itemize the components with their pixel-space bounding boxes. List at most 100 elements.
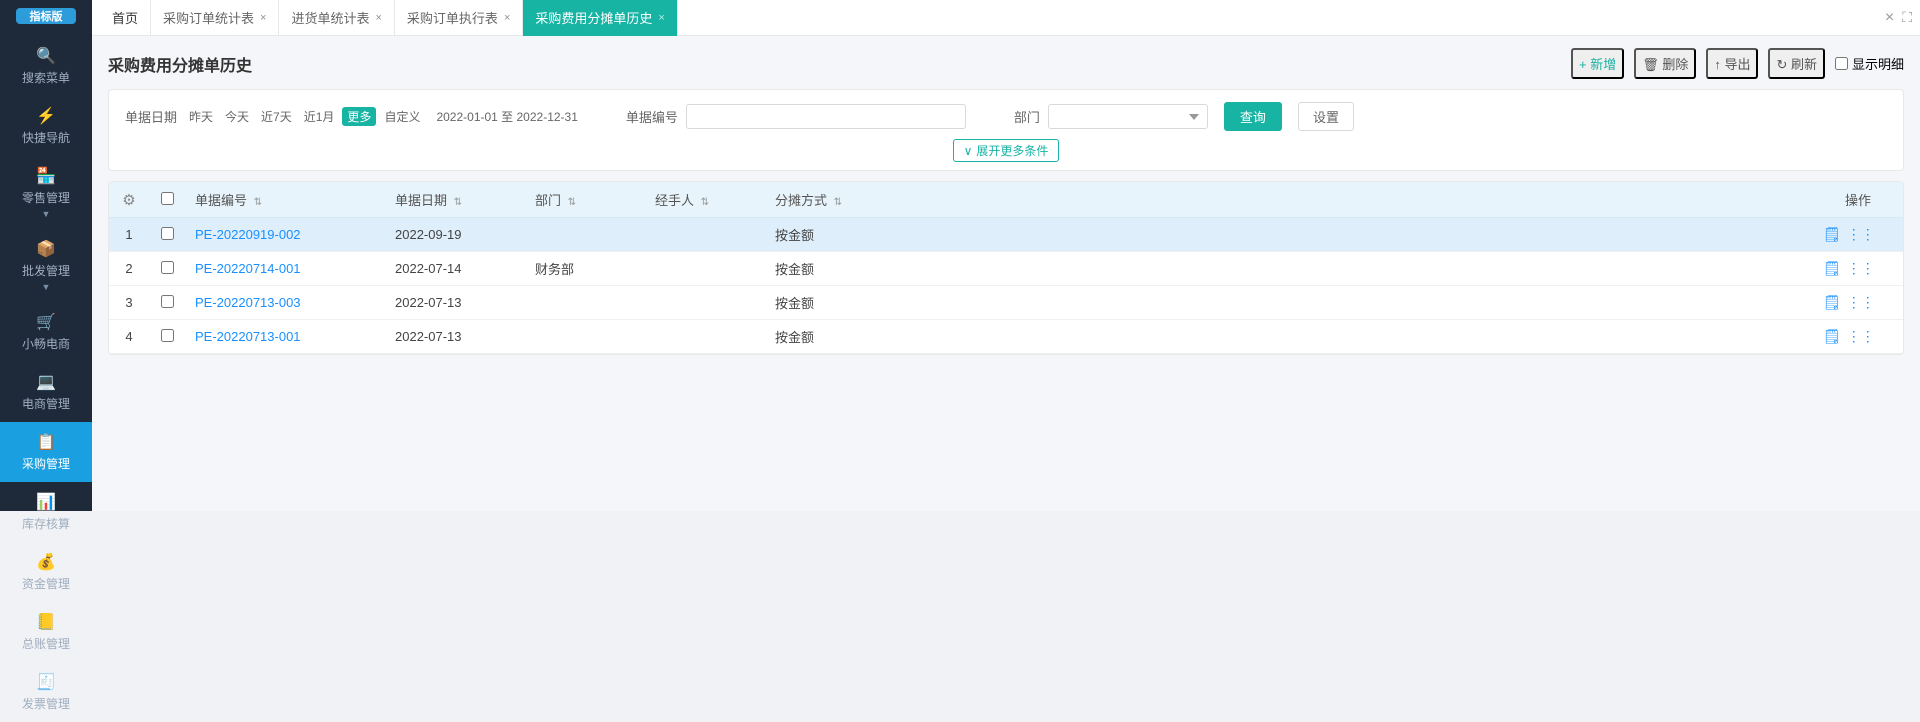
date-label: 单据日期 (125, 107, 177, 126)
tab-stock-in-stat[interactable]: 进货单统计表 × (279, 0, 394, 36)
table-body: 1 PE-20220919-002 2022-09-19 按金额 🗒 ⋮⋮ 2 … (109, 218, 1903, 354)
cell-check (149, 320, 185, 354)
doc-link[interactable]: PE-20220714-001 (195, 261, 301, 276)
setting-button[interactable]: 设置 (1298, 102, 1354, 131)
tab-close-icon[interactable]: × (375, 12, 381, 24)
sort-icon-date[interactable]: ⇅ (454, 197, 462, 208)
date-7days[interactable]: 近7天 (257, 107, 296, 126)
more-icon[interactable]: ⋮⋮ (1847, 328, 1875, 345)
col-header-split: 分摊方式 ⇅ (765, 182, 1813, 218)
delete-button[interactable]: 🗑 删除 (1634, 48, 1696, 79)
fullscreen-icon[interactable]: ⛶ (1902, 9, 1912, 26)
tab-purchase-order-stat[interactable]: 采购订单统计表 × (151, 0, 279, 36)
sidebar-item-label: 库存核算 (22, 515, 70, 532)
row-checkbox[interactable] (161, 227, 174, 240)
edit-icon[interactable]: 🗒 (1823, 328, 1841, 345)
date-1month[interactable]: 近1月 (300, 107, 339, 126)
sidebar-item-purchase[interactable]: 📋 采购管理 (0, 422, 92, 482)
sidebar-logo: 指标版 (16, 8, 76, 24)
cell-split: 按金额 (765, 286, 1813, 320)
accounting-icon: 📒 (36, 612, 56, 632)
row-checkbox[interactable] (161, 295, 174, 308)
doc-link[interactable]: PE-20220919-002 (195, 227, 301, 242)
expand-row: ∨ 展开更多条件 (125, 139, 1887, 162)
more-icon[interactable]: ⋮⋮ (1847, 226, 1875, 243)
cell-date: 2022-07-13 (385, 286, 525, 320)
close-window-icon[interactable]: × (1885, 9, 1894, 27)
more-icon[interactable]: ⋮⋮ (1847, 260, 1875, 277)
tab-home[interactable]: 首页 (100, 0, 151, 36)
sidebar-item-quicknav[interactable]: ⚡ 快捷导航 (0, 96, 92, 156)
date-custom[interactable]: 自定义 (380, 107, 424, 126)
sort-icon-split[interactable]: ⇅ (834, 197, 842, 208)
sidebar-item-ecommerce[interactable]: 💻 电商管理 (0, 362, 92, 422)
docno-input[interactable] (686, 104, 966, 129)
ecommerce-icon: 💻 (36, 372, 56, 392)
cell-date: 2022-09-19 (385, 218, 525, 252)
sidebar-item-ecommerce-small[interactable]: 🛒 小畅电商 (0, 302, 92, 362)
cell-docno: PE-20220713-001 (185, 320, 385, 354)
sidebar-item-inventory[interactable]: 📊 库存核算 (0, 482, 92, 542)
sidebar-item-retail[interactable]: 🏪 零售管理 ▼ (0, 156, 92, 229)
tab-close-icon[interactable]: × (260, 12, 266, 24)
tab-label: 采购费用分摊单历史 (535, 8, 652, 27)
col-header-action: 操作 (1813, 182, 1903, 218)
dept-select[interactable]: 财务部 (1048, 104, 1208, 129)
col-header-dept: 部门 ⇅ (525, 182, 645, 218)
chevron-down-icon: ▼ (42, 209, 51, 219)
cell-action: 🗒 ⋮⋮ (1813, 218, 1903, 252)
date-range-value: 2022-01-01 至 2022-12-31 (436, 108, 577, 125)
sort-icon-docno[interactable]: ⇅ (254, 197, 262, 208)
sidebar-item-invoice[interactable]: 🧾 发票管理 (0, 662, 92, 722)
doc-link[interactable]: PE-20220713-001 (195, 329, 301, 344)
tab-close-icon[interactable]: × (504, 12, 510, 24)
docno-field: 单据编号 (626, 104, 966, 129)
row-checkbox[interactable] (161, 261, 174, 274)
col-header-date: 单据日期 ⇅ (385, 182, 525, 218)
row-checkbox[interactable] (161, 329, 174, 342)
col-header-docno: 单据编号 ⇅ (185, 182, 385, 218)
cell-seq: 3 (109, 286, 149, 320)
doc-link[interactable]: PE-20220713-003 (195, 295, 301, 310)
tab-purchase-exec[interactable]: 采购订单执行表 × (395, 0, 523, 36)
sort-icon-handler[interactable]: ⇅ (701, 197, 709, 208)
tab-close-icon[interactable]: × (658, 12, 664, 24)
edit-icon[interactable]: 🗒 (1823, 260, 1841, 277)
expand-button[interactable]: ∨ 展开更多条件 (953, 139, 1060, 162)
date-shortcuts: 昨天 今天 近7天 近1月 更多 自定义 (185, 107, 424, 126)
refresh-button[interactable]: ↻ 刷新 (1768, 48, 1825, 79)
search-button[interactable]: 查询 (1224, 102, 1282, 131)
edit-icon[interactable]: 🗒 (1823, 226, 1841, 243)
more-icon[interactable]: ⋮⋮ (1847, 294, 1875, 311)
date-range-wrap: 2022-01-01 至 2022-12-31 (432, 108, 577, 125)
date-more[interactable]: 更多 (342, 107, 376, 126)
sidebar-item-accounting[interactable]: 📒 总账管理 (0, 602, 92, 662)
sidebar-item-search[interactable]: 🔍 搜索菜单 (0, 36, 92, 96)
tab-label: 采购订单统计表 (163, 8, 254, 27)
tab-bar: 首页 采购订单统计表 × 进货单统计表 × 采购订单执行表 × 采购费用分摊单历… (92, 0, 1920, 36)
settings-gear-icon[interactable]: ⚙ (122, 192, 135, 209)
cell-check (149, 286, 185, 320)
select-all-checkbox[interactable] (161, 192, 174, 205)
edit-icon[interactable]: 🗒 (1823, 294, 1841, 311)
sidebar-item-label: 总账管理 (22, 635, 70, 652)
new-button[interactable]: + 新增 (1571, 48, 1624, 79)
date-today[interactable]: 今天 (221, 107, 253, 126)
sort-icon-dept[interactable]: ⇅ (568, 197, 576, 208)
cell-dept (525, 286, 645, 320)
sidebar-item-finance[interactable]: 💰 资金管理 (0, 542, 92, 602)
export-button[interactable]: ↑ 导出 (1706, 48, 1758, 79)
wholesale-icon: 📦 (36, 239, 56, 259)
sidebar-item-wholesale[interactable]: 📦 批发管理 ▼ (0, 229, 92, 302)
cell-docno: PE-20220713-003 (185, 286, 385, 320)
cell-seq: 2 (109, 252, 149, 286)
table-row: 3 PE-20220713-003 2022-07-13 按金额 🗒 ⋮⋮ (109, 286, 1903, 320)
cell-handler (645, 320, 765, 354)
tab-purchase-cost-hist[interactable]: 采购费用分摊单历史 × (523, 0, 677, 36)
show-cols-label: 显示明细 (1852, 54, 1904, 73)
cell-handler (645, 252, 765, 286)
show-cols-wrap: 显示明细 (1835, 54, 1904, 73)
show-cols-checkbox[interactable] (1835, 57, 1848, 70)
date-yesterday[interactable]: 昨天 (185, 107, 217, 126)
tab-home-label: 首页 (112, 8, 138, 27)
